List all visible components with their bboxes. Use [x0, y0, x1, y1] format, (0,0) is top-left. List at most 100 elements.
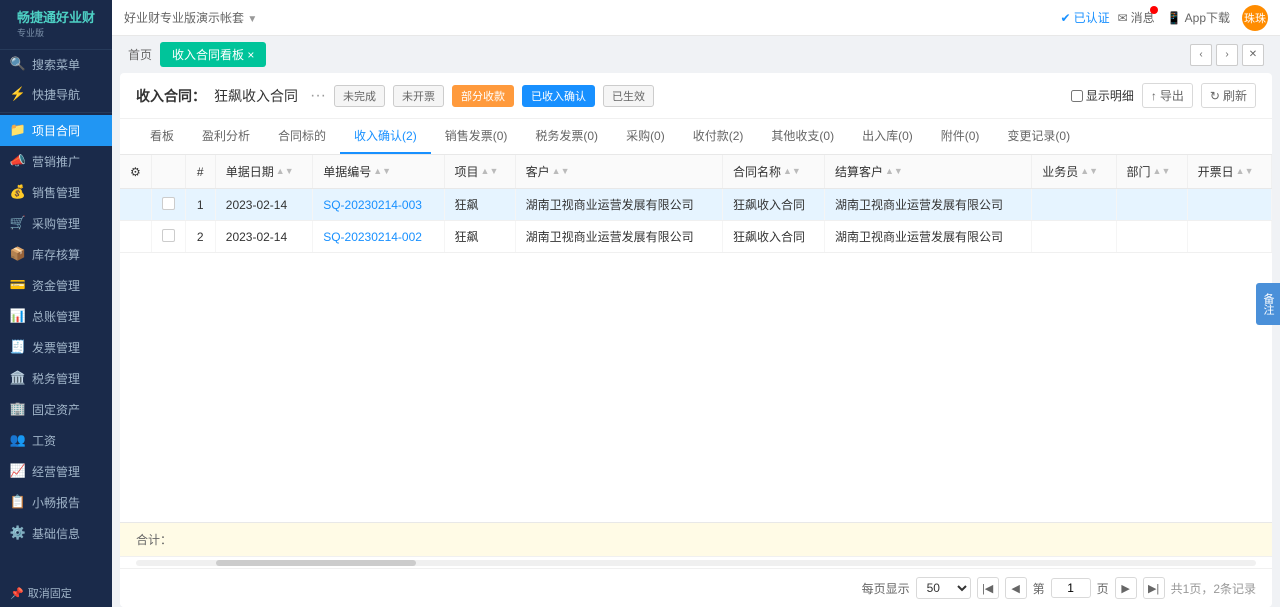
- status-income-confirmed[interactable]: 已收入确认: [522, 85, 595, 107]
- company-dropdown-icon[interactable]: ▼: [247, 14, 257, 25]
- show-detail-toggle[interactable]: 显示明细: [1071, 87, 1134, 104]
- tab-contract-std[interactable]: 合同标的: [264, 119, 340, 154]
- message-button[interactable]: ✉ 消息: [1118, 9, 1155, 26]
- td-salesperson: [1032, 221, 1116, 253]
- basic-info-icon: ⚙️: [10, 525, 26, 541]
- sidebar-item-marketing[interactable]: 📣 营销推广: [0, 146, 112, 177]
- td-date: 2023-02-14: [215, 189, 312, 221]
- status-not-invoiced[interactable]: 未开票: [393, 85, 444, 107]
- th-department[interactable]: 部门▲▼: [1116, 155, 1187, 189]
- sidebar-item-operations[interactable]: 📈 经营管理: [0, 456, 112, 487]
- tab-income-confirm[interactable]: 收入确认(2): [340, 119, 431, 154]
- contract-header: 收入合同： 狂飙收入合同 ··· 未完成 未开票 部分收款 已收入确认 已生效 …: [120, 73, 1272, 119]
- sidebar-item-fixed-assets[interactable]: 🏢 固定资产: [0, 394, 112, 425]
- sidebar-item-basic-info[interactable]: ⚙️ 基础信息: [0, 518, 112, 549]
- next-window-button[interactable]: ›: [1216, 44, 1238, 66]
- page-number-input[interactable]: [1051, 578, 1091, 598]
- prev-window-button[interactable]: ‹: [1190, 44, 1212, 66]
- th-open-date[interactable]: 开票日▲▼: [1187, 155, 1271, 189]
- tab-purchase[interactable]: 采购(0): [612, 119, 679, 154]
- message-icon: ✉: [1118, 11, 1128, 25]
- sidebar-item-inventory[interactable]: 📦 库存核算: [0, 239, 112, 270]
- page-prefix: 第: [1033, 580, 1045, 597]
- tab-tax-invoice[interactable]: 税务发票(0): [521, 119, 612, 154]
- right-action-bar: 备注: [1256, 283, 1280, 325]
- status-in-effect[interactable]: 已生效: [603, 85, 654, 107]
- sidebar-item-sales[interactable]: 💰 销售管理: [0, 177, 112, 208]
- prev-page-button[interactable]: ◀: [1005, 577, 1027, 599]
- operations-icon: 📈: [10, 463, 26, 479]
- export-button[interactable]: ↑ 导出: [1142, 83, 1193, 108]
- td-checkbox[interactable]: [151, 189, 185, 221]
- tab-other-income[interactable]: 其他收支(0): [757, 119, 848, 154]
- sidebar-item-project-contract[interactable]: 📁 项目合同: [0, 115, 112, 146]
- contract-kanban-tab-button[interactable]: 收入合同看板 ×: [160, 42, 266, 67]
- assets-icon: 🏢: [10, 401, 26, 417]
- more-options-button[interactable]: ···: [310, 87, 326, 105]
- app-download-button[interactable]: 📱 App下载: [1167, 9, 1230, 26]
- main-area: 好业财专业版演示帐套 ▼ ✔ 已认证 ✉ 消息 📱 App下载 珠珠 首页: [112, 0, 1280, 607]
- status-partial-payment[interactable]: 部分收款: [452, 85, 514, 107]
- th-salesperson[interactable]: 业务员▲▼: [1032, 155, 1116, 189]
- sidebar-item-label: 小畅报告: [32, 494, 80, 511]
- tab-change-log[interactable]: 变更记录(0): [993, 119, 1084, 154]
- tab-attachment[interactable]: 附件(0): [927, 119, 994, 154]
- sidebar-item-tax[interactable]: 🏛️ 税务管理: [0, 363, 112, 394]
- contract-panel: 收入合同： 狂飙收入合同 ··· 未完成 未开票 部分收款 已收入确认 已生效 …: [120, 73, 1272, 607]
- th-bill-no[interactable]: 单据编号▲▼: [313, 155, 444, 189]
- sidebar-item-capital[interactable]: 💳 资金管理: [0, 270, 112, 301]
- row-checkbox[interactable]: [162, 197, 175, 210]
- td-open-date: [1187, 221, 1271, 253]
- user-avatar[interactable]: 珠珠: [1242, 5, 1268, 31]
- th-contract-name[interactable]: 合同名称▲▼: [722, 155, 824, 189]
- horizontal-scrollbar[interactable]: [120, 556, 1272, 568]
- topbar: 好业财专业版演示帐套 ▼ ✔ 已认证 ✉ 消息 📱 App下载 珠珠: [112, 0, 1280, 36]
- tab-sales-invoice[interactable]: 销售发票(0): [431, 119, 522, 154]
- breadcrumb-home[interactable]: 首页: [128, 46, 152, 63]
- next-page-button[interactable]: ▶: [1115, 577, 1137, 599]
- sort-date-icon: ▲▼: [276, 167, 294, 176]
- tab-profit[interactable]: 盈利分析: [188, 119, 264, 154]
- content-tabs: 看板 盈利分析 合同标的 收入确认(2) 销售发票(0) 税务发票(0) 采购(…: [120, 119, 1272, 155]
- sort-opendate-icon: ▲▼: [1236, 167, 1254, 176]
- last-page-button[interactable]: ▶|: [1143, 577, 1165, 599]
- sidebar-item-reports[interactable]: 📋 小畅报告: [0, 487, 112, 518]
- sidebar-item-quick-nav[interactable]: ⚡ 快捷导航: [0, 79, 112, 110]
- status-not-complete[interactable]: 未完成: [334, 85, 385, 107]
- th-settings[interactable]: ⚙: [120, 155, 151, 189]
- sidebar-item-procurement[interactable]: 🛒 采购管理: [0, 208, 112, 239]
- td-bill-no[interactable]: SQ-20230214-003: [313, 189, 444, 221]
- per-page-select[interactable]: 20 50 100: [916, 577, 971, 599]
- td-bill-no[interactable]: SQ-20230214-002: [313, 221, 444, 253]
- bill-no-link[interactable]: SQ-20230214-003: [323, 198, 422, 212]
- sidebar-item-search[interactable]: 🔍 搜索菜单: [0, 50, 112, 79]
- sidebar: 畅捷通好业财 专业版 🔍 搜索菜单 ⚡ 快捷导航 📁 项目合同 📣 营销推广 💰…: [0, 0, 112, 607]
- row-checkbox[interactable]: [162, 229, 175, 242]
- th-date[interactable]: 单据日期▲▼: [215, 155, 312, 189]
- th-customer[interactable]: 客户▲▼: [515, 155, 722, 189]
- td-customer: 湖南卫视商业运营发展有限公司: [515, 189, 722, 221]
- sidebar-item-invoice[interactable]: 🧾 发票管理: [0, 332, 112, 363]
- sort-project-icon: ▲▼: [481, 167, 499, 176]
- invoice-icon: 🧾: [10, 339, 26, 355]
- company-selector[interactable]: 好业财专业版演示帐套 ▼: [124, 9, 1053, 26]
- tab-kanban[interactable]: 看板: [136, 119, 188, 154]
- sidebar-item-general-ledger[interactable]: 📊 总账管理: [0, 301, 112, 332]
- tab-payment[interactable]: 收付款(2): [679, 119, 758, 154]
- sidebar-item-hr[interactable]: 👥 工资: [0, 425, 112, 456]
- topbar-right: ✉ 消息 📱 App下载 珠珠: [1118, 5, 1268, 31]
- th-project[interactable]: 项目▲▼: [444, 155, 515, 189]
- tab-warehouse[interactable]: 出入库(0): [848, 119, 927, 154]
- first-page-button[interactable]: |◀: [977, 577, 999, 599]
- close-window-button[interactable]: ✕: [1242, 44, 1264, 66]
- th-settlement-customer[interactable]: 结算客户▲▼: [824, 155, 1031, 189]
- sidebar-unpin-button[interactable]: 📌 取消固定: [0, 579, 112, 607]
- show-detail-checkbox[interactable]: [1071, 90, 1083, 102]
- note-action-button[interactable]: 备注: [1256, 283, 1280, 325]
- sidebar-item-label: 工资: [32, 432, 56, 449]
- bill-no-link[interactable]: SQ-20230214-002: [323, 230, 422, 244]
- sidebar-logo: 畅捷通好业财 专业版: [0, 0, 112, 50]
- td-checkbox[interactable]: [151, 221, 185, 253]
- refresh-icon: ↻: [1210, 89, 1220, 103]
- refresh-button[interactable]: ↻ 刷新: [1201, 83, 1256, 108]
